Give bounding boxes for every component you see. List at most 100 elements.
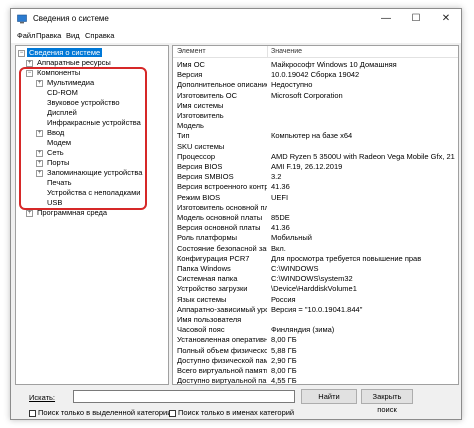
table-row[interactable]: Модель [173,121,458,131]
row-item-value: Финляндия (зима) [271,325,335,335]
title-bar: Сведения о системе — ☐ ✕ [11,9,461,29]
menu-file[interactable]: Файл [17,31,35,40]
search-input[interactable] [73,390,295,403]
row-item-name: Конфигурация PCR7 [177,253,250,263]
table-row[interactable]: Изготовитель [173,111,458,121]
row-item-value: AMD Ryzen 5 3500U with Radeon Vega Mobil… [271,151,455,161]
row-item-name: Доступно физической памяти [177,355,267,365]
table-row[interactable]: Версия встроенного контрол... 41.36 [173,182,458,192]
row-item-name: Имя ОС [177,60,205,69]
table-row[interactable]: Версия 10.0.19042 Сборка 19042 [173,70,458,80]
checkbox-label: Поиск только в выделенной категории [38,408,172,417]
row-item-value: Для просмотра требуется повышение прав [271,253,422,263]
row-item-name: Язык системы [177,294,227,304]
row-item-value: 8,00 ГБ [271,335,297,345]
table-row[interactable]: Модель основной платы 85DE [173,213,458,223]
tree-item-system-summary[interactable]: − Сведения о системе [18,48,103,58]
table-row[interactable]: Изготовитель основной платы [173,203,458,213]
table-row[interactable]: Роль платформы Мобильный [173,233,458,243]
menu-help[interactable]: Справка [85,31,114,40]
row-item-name: Модель основной платы [177,213,263,222]
close-button[interactable]: ✕ [431,9,461,29]
minimize-button[interactable]: — [371,9,401,29]
red-highlight-frame [19,67,147,210]
category-names-only-checkbox[interactable]: Поиск только в именах категорий [169,408,294,417]
table-row[interactable]: Состояние безопасной загруз... Вкл. [173,244,458,254]
row-item-name: Режим BIOS [177,192,221,202]
column-divider[interactable] [267,46,268,58]
row-item-value: C:\WINDOWS [271,264,319,273]
checkbox-label: Поиск только в именах категорий [178,408,295,417]
row-item-name: Версия SMBIOS [177,172,234,182]
table-row[interactable]: Язык системы Россия [173,295,458,305]
table-row[interactable]: Аппаратно-зависимый уровен... Версия = "1… [173,305,458,315]
menu-view[interactable]: Вид [66,31,80,40]
row-item-value: C:\WINDOWS\system32 [271,274,353,284]
table-row[interactable]: Версия BIOS AMI F.19, 26.12.2019 [173,162,458,172]
row-item-value: 41.36 [271,182,290,192]
table-row[interactable]: SKU системы [173,142,458,152]
table-row[interactable]: Имя системы [173,101,458,111]
checkbox-icon[interactable] [169,409,176,417]
maximize-button[interactable]: ☐ [401,9,431,29]
table-row[interactable]: Доступно виртуальной памяти 4,55 ГБ [173,376,458,385]
row-item-value: 4,55 ГБ [271,376,297,385]
row-item-value: Microsoft Corporation [271,90,343,100]
collapse-icon[interactable]: − [18,49,25,57]
table-row[interactable]: Версия SMBIOS 3.2 [173,172,458,182]
table-row[interactable]: Полный объем физической па... 5,88 ГБ [173,346,458,356]
search-bar: Искать: Найти Закрыть поиск Поиск только… [15,389,459,417]
tree-item-label: Аппаратные ресурсы [37,58,111,67]
column-header-item[interactable]: Элемент [177,48,206,55]
row-item-value: 5,88 ГБ [271,345,297,355]
table-row[interactable]: Конфигурация PCR7 Для просмотра требуется… [173,254,458,264]
row-item-name: Версия основной платы [177,223,261,233]
table-row[interactable]: Установленная оперативная п... 8,00 ГБ [173,335,458,345]
table-row[interactable]: Режим BIOS UEFI [173,193,458,203]
row-item-value: Недоступно [271,80,313,90]
table-row[interactable]: Версия основной платы 41.36 [173,223,458,233]
close-search-button[interactable]: Закрыть поиск [361,389,413,414]
menu-edit[interactable]: Правка [36,31,61,40]
row-item-name: Процессор [177,151,216,161]
row-item-value: 85DE [271,213,290,222]
row-item-name: Изготовитель основной платы [177,202,267,212]
table-row[interactable]: Папка Windows C:\WINDOWS [173,264,458,274]
table-row[interactable]: Процессор AMD Ryzen 5 3500U with Radeon V… [173,152,458,162]
table-row[interactable]: Системная папка C:\WINDOWS\system32 [173,274,458,284]
row-item-name: Имя системы [177,100,224,110]
column-header-value[interactable]: Значение [271,48,302,55]
search-label: Искать: [29,393,56,402]
row-item-value: \Device\HarddiskVolume1 [271,284,357,294]
expand-icon[interactable]: + [26,59,33,67]
table-row[interactable]: Тип Компьютер на базе x64 [173,131,458,141]
row-item-value: 8,00 ГБ [271,366,297,375]
selected-category-only-checkbox[interactable]: Поиск только в выделенной категории [29,408,171,417]
table-row[interactable]: Имя ОС Майкрософт Windows 10 Домашняя [173,60,458,70]
table-row[interactable]: Дополнительное описание ОС Недоступно [173,80,458,90]
row-item-name: Версия встроенного контрол... [177,182,267,192]
table-row[interactable]: Всего виртуальной памяти 8,00 ГБ [173,366,458,376]
checkbox-icon[interactable] [29,409,36,417]
row-item-name: SKU системы [177,141,225,151]
row-item-value: Версия = "10.0.19041.844" [271,304,363,314]
row-item-value: Россия [271,294,296,304]
table-row[interactable]: Имя пользователя [173,315,458,325]
find-button[interactable]: Найти [301,389,357,404]
table-row[interactable]: Часовой пояс Финляндия (зима) [173,325,458,335]
row-item-name: Версия BIOS [177,162,223,171]
row-item-value: 41.36 [271,223,290,233]
table-row[interactable]: Доступно физической памяти 2,90 ГБ [173,356,458,366]
details-table: Элемент Значение Имя ОС Майкрософт Window… [172,45,459,385]
table-row[interactable]: Устройство загрузки \Device\HarddiskVolum… [173,284,458,294]
row-item-name: Модель [177,121,204,131]
system-info-window: Сведения о системе — ☐ ✕ Файл Правка Вид… [10,8,462,420]
table-row[interactable]: Изготовитель ОС Microsoft Corporation [173,91,458,101]
row-item-value: AMI F.19, 26.12.2019 [271,162,343,171]
expand-icon[interactable]: + [26,209,33,217]
row-item-value: 2,90 ГБ [271,355,297,365]
row-item-name: Изготовитель ОС [177,90,237,100]
row-item-name: Часовой пояс [177,325,225,335]
row-item-value: UEFI [271,192,289,202]
row-item-value: Мобильный [271,233,312,243]
